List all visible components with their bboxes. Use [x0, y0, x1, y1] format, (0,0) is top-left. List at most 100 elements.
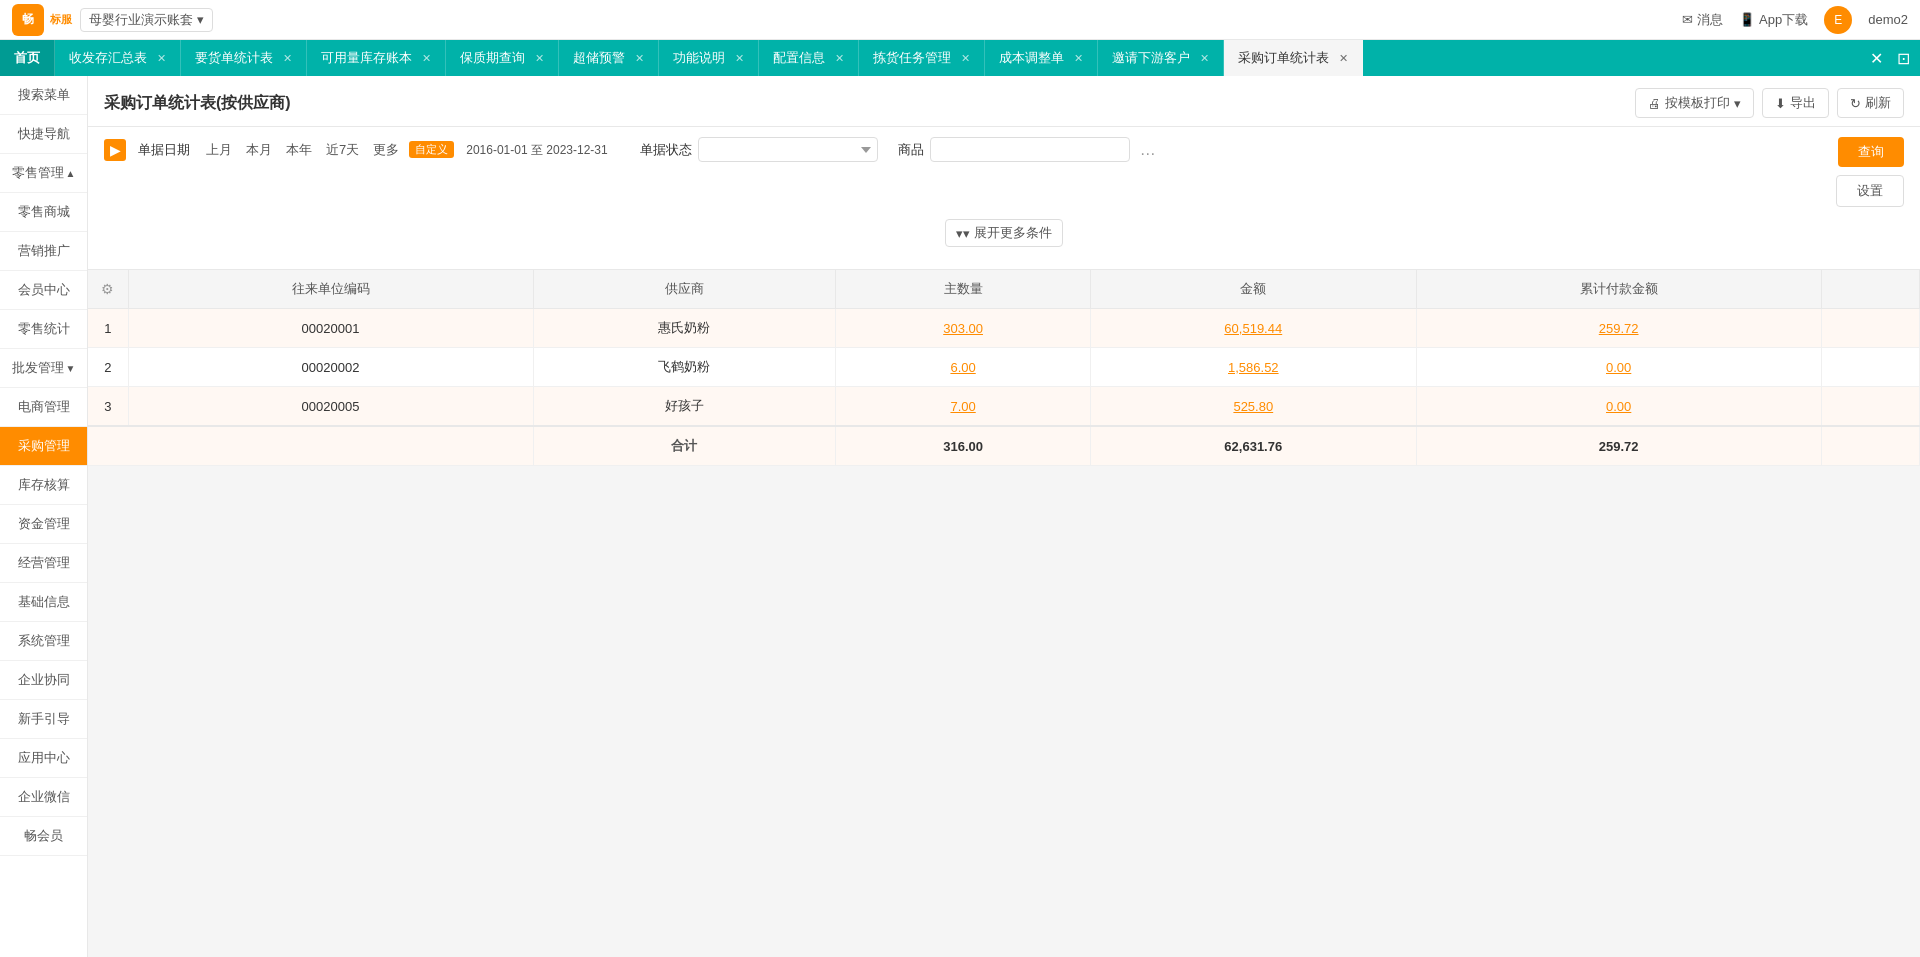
tab-overstock-close-icon[interactable]: ✕: [635, 52, 644, 65]
row2-amount-link[interactable]: 1,586.52: [1228, 360, 1279, 375]
app-icon: 📱: [1739, 12, 1755, 27]
sidebar-item-appcenter[interactable]: 应用中心: [0, 739, 87, 778]
sidebar-item-corpwechat[interactable]: 企业微信: [0, 778, 87, 817]
tab-invite[interactable]: 邀请下游客户 ✕: [1098, 40, 1224, 76]
tab-receive-close-icon[interactable]: ✕: [157, 52, 166, 65]
date-option-thisyear[interactable]: 本年: [282, 139, 316, 161]
sidebar-item-purchase[interactable]: 采购管理: [0, 427, 87, 466]
row1-paid-link[interactable]: 259.72: [1599, 321, 1639, 336]
app-download-button[interactable]: 📱 App下载: [1739, 11, 1808, 29]
sidebar-item-finance[interactable]: 资金管理: [0, 505, 87, 544]
refresh-button[interactable]: ↻ 刷新: [1837, 88, 1904, 118]
tab-funcguide[interactable]: 功能说明 ✕: [659, 40, 759, 76]
date-option-lastmonth[interactable]: 上月: [202, 139, 236, 161]
tab-cost-close-icon[interactable]: ✕: [1074, 52, 1083, 65]
col-amount: 金额: [1090, 270, 1416, 309]
page-title: 采购订单统计表(按供应商): [104, 93, 291, 114]
tab-purchase-close-icon[interactable]: ✕: [1339, 52, 1348, 65]
sidebar-item-system[interactable]: 系统管理: [0, 622, 87, 661]
sidebar-item-inventory2[interactable]: 库存核算: [0, 466, 87, 505]
col-code: 往来单位编码: [128, 270, 533, 309]
query-button[interactable]: 查询: [1838, 137, 1904, 167]
column-settings-icon[interactable]: ⚙: [101, 281, 114, 297]
table-row: 3 00020005 好孩子 7.00 525.80 0.00: [88, 387, 1920, 427]
sidebar-item-collab[interactable]: 企业协同: [0, 661, 87, 700]
sidebar-item-basic[interactable]: 基础信息: [0, 583, 87, 622]
tab-inventory-close-icon[interactable]: ✕: [422, 52, 431, 65]
row3-qty: 7.00: [836, 387, 1091, 427]
tab-receive[interactable]: 收发存汇总表 ✕: [55, 40, 181, 76]
sidebar-item-wholesale[interactable]: 批发管理 ▼: [0, 349, 87, 388]
filter-toggle-button[interactable]: ▶: [104, 139, 126, 161]
message-button[interactable]: ✉ 消息: [1682, 11, 1723, 29]
status-select[interactable]: [698, 137, 878, 162]
tab-overstock[interactable]: 超储预警 ✕: [559, 40, 659, 76]
tab-expiry-label: 保质期查询: [460, 49, 525, 67]
tab-expiry[interactable]: 保质期查询 ✕: [446, 40, 559, 76]
sidebar-item-operations[interactable]: 经营管理: [0, 544, 87, 583]
workspace-selector[interactable]: 母婴行业演示账套 ▾: [80, 8, 213, 32]
tab-demand-close-icon[interactable]: ✕: [283, 52, 292, 65]
date-option-7days[interactable]: 近7天: [322, 139, 363, 161]
sidebar-item-quicknav[interactable]: 快捷导航: [0, 115, 87, 154]
tab-inventory[interactable]: 可用量库存账本 ✕: [307, 40, 446, 76]
tab-config[interactable]: 配置信息 ✕: [759, 40, 859, 76]
expand-row: ▾▾ 展开更多条件: [104, 207, 1904, 259]
row2-paid-link[interactable]: 0.00: [1606, 360, 1631, 375]
settings-button[interactable]: 设置: [1836, 175, 1904, 207]
status-filter-label: 单据状态: [640, 141, 692, 159]
sidebar-item-member[interactable]: 会员中心: [0, 271, 87, 310]
tab-cost[interactable]: 成本调整单 ✕: [985, 40, 1098, 76]
filter-buttons: 查询 设置: [1836, 137, 1904, 207]
date-option-more[interactable]: 更多: [369, 139, 403, 161]
sidebar-item-member2[interactable]: 畅会员: [0, 817, 87, 856]
row3-amount-link[interactable]: 525.80: [1233, 399, 1273, 414]
sidebar-item-search[interactable]: 搜索菜单: [0, 76, 87, 115]
table-header-row: ⚙ 往来单位编码 供应商 主数量 金额 累计付款金额: [88, 270, 1920, 309]
tab-demand[interactable]: 要货单统计表 ✕: [181, 40, 307, 76]
avatar-initials: E: [1834, 13, 1842, 27]
export-button[interactable]: ⬇ 导出: [1762, 88, 1829, 118]
status-filter: 单据状态: [640, 137, 878, 162]
sidebar-item-marketing[interactable]: 营销推广: [0, 232, 87, 271]
sidebar-item-search-label: 搜索菜单: [18, 87, 70, 102]
sidebar-item-retailshop-label: 零售商城: [18, 204, 70, 219]
sidebar-item-retailstat-label: 零售统计: [18, 321, 70, 336]
sidebar-item-retail-label: 零售管理: [12, 164, 64, 182]
row3-amount: 525.80: [1090, 387, 1416, 427]
tab-purchase[interactable]: 采购订单统计表 ✕: [1224, 40, 1363, 76]
row2-qty-link[interactable]: 6.00: [950, 360, 975, 375]
row1-amount-link[interactable]: 60,519.44: [1224, 321, 1282, 336]
footer-paid: 259.72: [1416, 426, 1821, 466]
expand-more-button[interactable]: ▾▾ 展开更多条件: [945, 219, 1063, 247]
app-label: App下载: [1759, 11, 1808, 29]
row3-paid: 0.00: [1416, 387, 1821, 427]
sidebar-item-newguide[interactable]: 新手引导: [0, 700, 87, 739]
goods-more-button[interactable]: …: [1136, 141, 1160, 159]
tab-config-close-icon[interactable]: ✕: [835, 52, 844, 65]
tab-restore-icon[interactable]: ⊡: [1891, 45, 1916, 72]
template-print-button[interactable]: 🖨 按模板打印 ▾: [1635, 88, 1754, 118]
date-option-thismonth[interactable]: 本月: [242, 139, 276, 161]
sidebar-item-retailstat[interactable]: 零售统计: [0, 310, 87, 349]
sidebar-item-ecommerce[interactable]: 电商管理: [0, 388, 87, 427]
date-custom-tag[interactable]: 自定义: [409, 141, 454, 158]
sidebar-item-retailshop[interactable]: 零售商城: [0, 193, 87, 232]
row3-paid-link[interactable]: 0.00: [1606, 399, 1631, 414]
sidebar-item-retail[interactable]: 零售管理 ▲: [0, 154, 87, 193]
goods-input[interactable]: [930, 137, 1130, 162]
tab-home[interactable]: 首页: [0, 40, 55, 76]
tab-invite-close-icon[interactable]: ✕: [1200, 52, 1209, 65]
sidebar: 搜索菜单 快捷导航 零售管理 ▲ 零售商城 营销推广 会员中心 零售统计 批发管…: [0, 76, 88, 957]
tab-task[interactable]: 拣货任务管理 ✕: [859, 40, 985, 76]
tab-close-all-icon[interactable]: ✕: [1864, 45, 1889, 72]
row1-qty-link[interactable]: 303.00: [943, 321, 983, 336]
tab-funcguide-close-icon[interactable]: ✕: [735, 52, 744, 65]
row3-code: 00020005: [128, 387, 533, 427]
row3-qty-link[interactable]: 7.00: [950, 399, 975, 414]
row2-code: 00020002: [128, 348, 533, 387]
tab-task-close-icon[interactable]: ✕: [961, 52, 970, 65]
tab-expiry-close-icon[interactable]: ✕: [535, 52, 544, 65]
user-avatar[interactable]: E: [1824, 6, 1852, 34]
tab-task-label: 拣货任务管理: [873, 49, 951, 67]
